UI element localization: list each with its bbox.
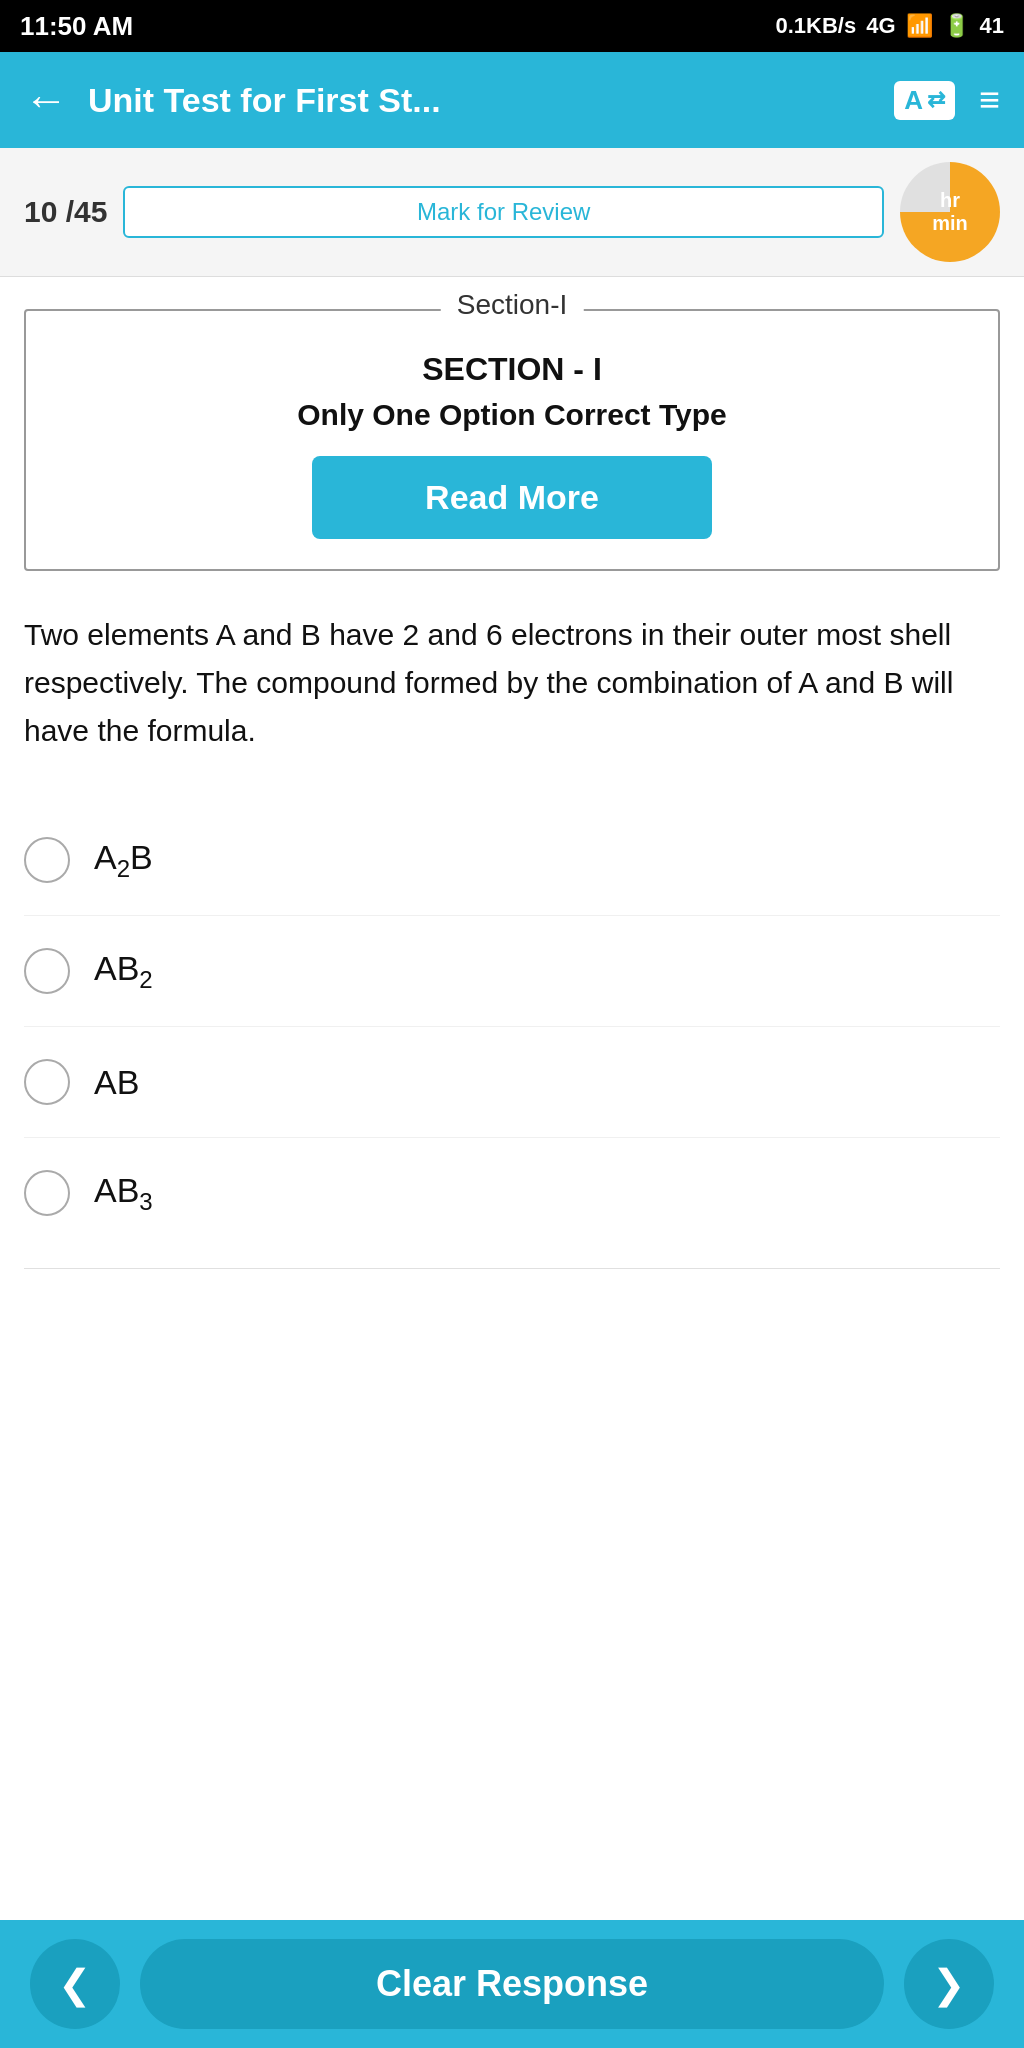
option-label-2: AB2 (94, 949, 153, 994)
radio-option-3[interactable] (24, 1059, 70, 1105)
battery-icon: 🔋 (943, 13, 970, 39)
option-item[interactable]: AB3 (24, 1138, 1000, 1248)
option-item[interactable]: AB (24, 1027, 1000, 1138)
section-subtitle: Only One Option Correct Type (56, 398, 968, 432)
translate-icon: ⇄ (927, 87, 945, 113)
section-header-container: Section-I SECTION - I Only One Option Co… (24, 309, 1000, 571)
clear-response-button[interactable]: Clear Response (140, 1939, 884, 2029)
next-button[interactable]: ❯ (904, 1939, 994, 2029)
option-item[interactable]: A2B (24, 805, 1000, 916)
translate-button[interactable]: A ⇄ (894, 81, 955, 120)
section-box: SECTION - I Only One Option Correct Type… (24, 309, 1000, 571)
bottom-bar: ❮ Clear Response ❯ (0, 1920, 1024, 2048)
signal-icon: 📶 (906, 13, 933, 39)
score-row: 10 /45 Mark for Review hr min (0, 148, 1024, 277)
status-bar: 11:50 AM 0.1KB/s 4G 📶 🔋 41 (0, 0, 1024, 52)
translate-label: A (904, 85, 923, 116)
battery-level: 41 (980, 13, 1004, 39)
network-type: 4G (866, 13, 895, 39)
option-label-3: AB (94, 1063, 139, 1102)
radio-option-2[interactable] (24, 948, 70, 994)
radio-option-4[interactable] (24, 1170, 70, 1216)
menu-button[interactable]: ≡ (979, 79, 1000, 121)
bottom-spacer (24, 1289, 1000, 1429)
timer-hr-label: hr (940, 189, 960, 212)
score-display: 10 /45 (24, 195, 107, 229)
question-text: Two elements A and B have 2 and 6 electr… (24, 611, 1000, 755)
back-button[interactable]: ← (24, 75, 68, 125)
divider (24, 1268, 1000, 1269)
main-content: Section-I SECTION - I Only One Option Co… (0, 277, 1024, 1461)
option-label-1: A2B (94, 838, 153, 883)
network-speed: 0.1KB/s (775, 13, 856, 39)
options-list: A2B AB2 AB AB3 (24, 805, 1000, 1248)
prev-button[interactable]: ❮ (30, 1939, 120, 2029)
status-right: 0.1KB/s 4G 📶 🔋 41 (775, 13, 1004, 39)
section-header-label: Section-I (441, 289, 584, 321)
read-more-button[interactable]: Read More (312, 456, 712, 539)
time-display: 11:50 AM (20, 11, 133, 42)
timer-display: hr min (900, 162, 1000, 262)
option-label-4: AB3 (94, 1171, 153, 1216)
mark-for-review-button[interactable]: Mark for Review (123, 186, 884, 238)
section-title: SECTION - I (56, 351, 968, 388)
timer-min-label: min (932, 212, 968, 235)
option-item[interactable]: AB2 (24, 916, 1000, 1027)
page-title: Unit Test for First St... (88, 81, 894, 120)
radio-option-1[interactable] (24, 837, 70, 883)
app-bar: ← Unit Test for First St... A ⇄ ≡ (0, 52, 1024, 148)
